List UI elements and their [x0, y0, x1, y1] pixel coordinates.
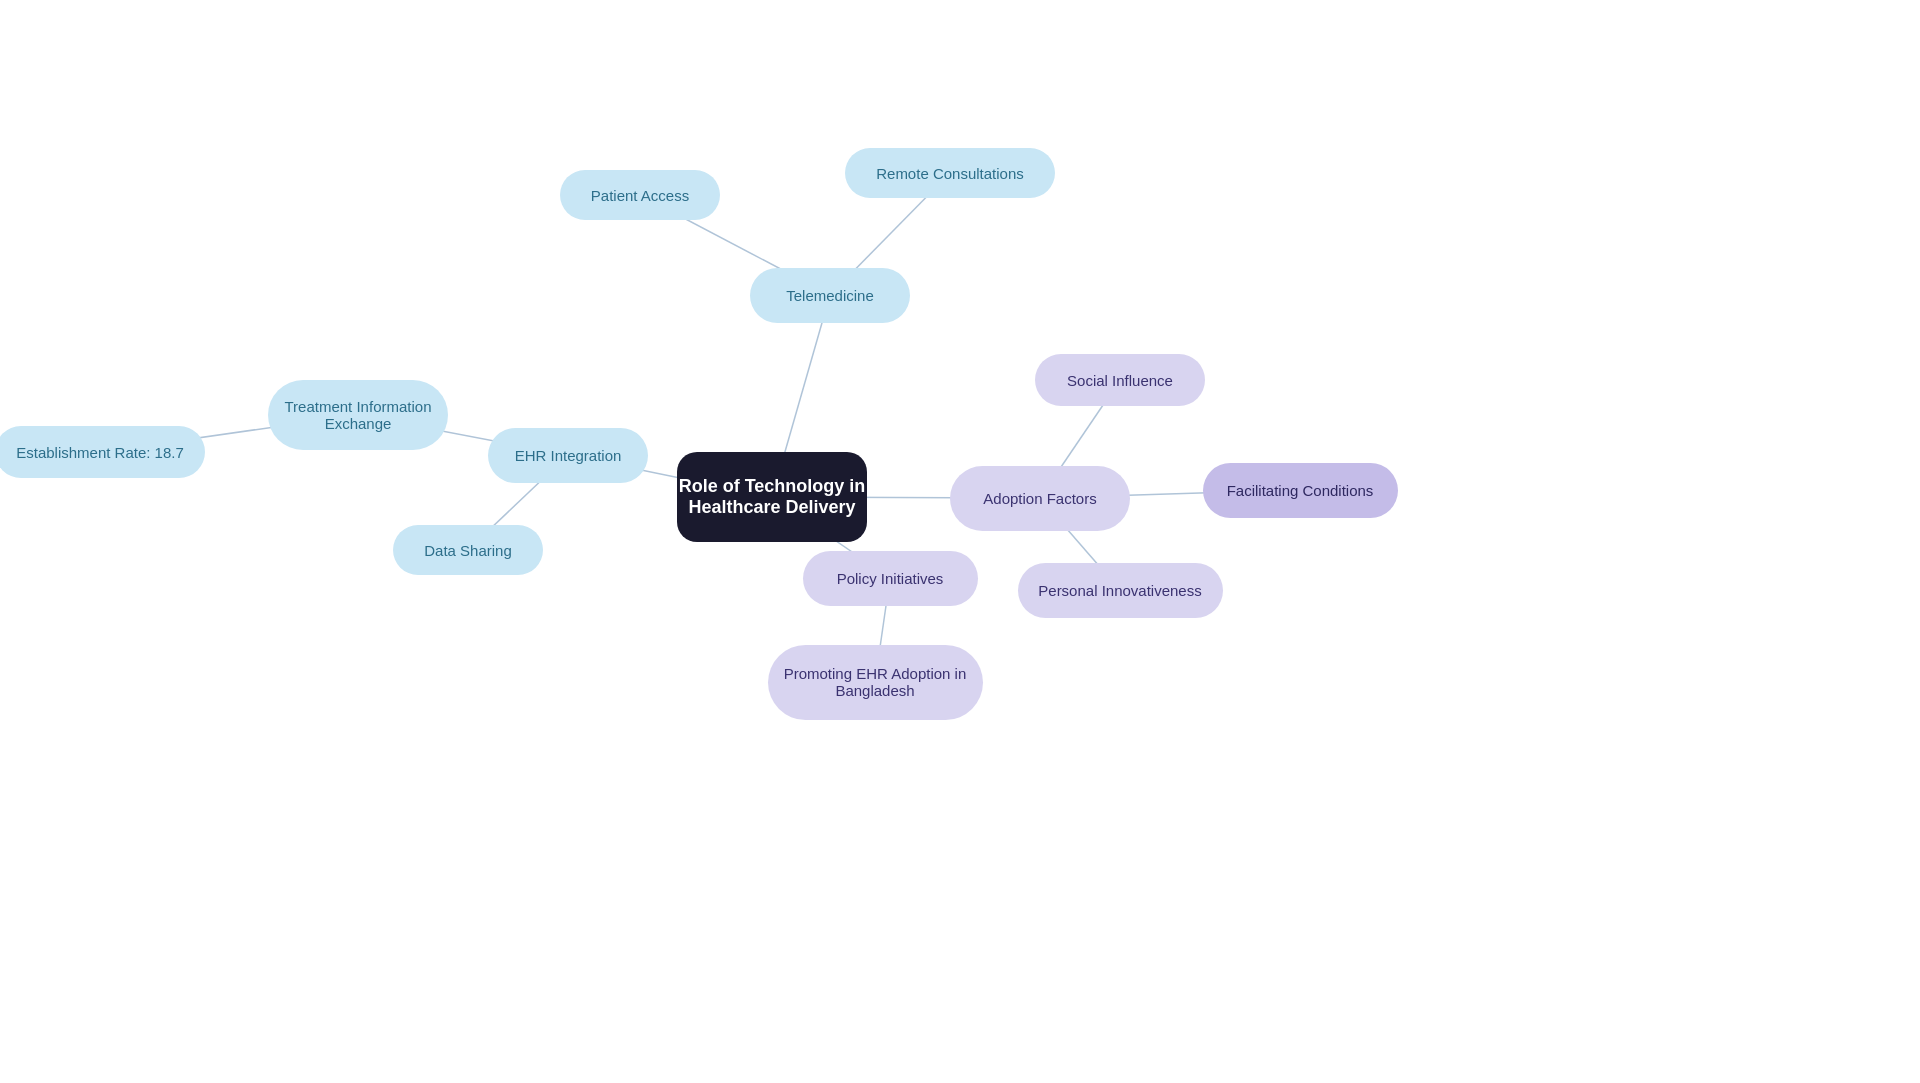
facilitating-conditions-label: Facilitating Conditions — [1227, 482, 1374, 499]
promoting-ehr-label: Promoting EHR Adoption in Bangladesh — [784, 665, 967, 699]
data-sharing-node[interactable]: Data Sharing — [393, 525, 543, 575]
patient-access-label: Patient Access — [591, 187, 689, 204]
adoption-factors-node[interactable]: Adoption Factors — [950, 466, 1130, 531]
facilitating-conditions-node[interactable]: Facilitating Conditions — [1203, 463, 1398, 518]
ehr-integration-label: EHR Integration — [515, 447, 622, 464]
promoting-ehr-node[interactable]: Promoting EHR Adoption in Bangladesh — [768, 645, 983, 720]
social-influence-node[interactable]: Social Influence — [1035, 354, 1205, 406]
treatment-info-node[interactable]: Treatment Information Exchange — [268, 380, 448, 450]
establishment-rate-node[interactable]: Establishment Rate: 18.7 — [0, 426, 205, 478]
data-sharing-label: Data Sharing — [424, 542, 512, 559]
policy-initiatives-node[interactable]: Policy Initiatives — [803, 551, 978, 606]
adoption-factors-label: Adoption Factors — [983, 490, 1096, 507]
social-influence-label: Social Influence — [1067, 372, 1173, 389]
central-label: Role of Technology in Healthcare Deliver… — [679, 476, 866, 518]
personal-innovativeness-label: Personal Innovativeness — [1038, 582, 1201, 599]
remote-consultations-label: Remote Consultations — [876, 165, 1024, 182]
central-node[interactable]: Role of Technology in Healthcare Deliver… — [677, 452, 867, 542]
telemedicine-node[interactable]: Telemedicine — [750, 268, 910, 323]
remote-consultations-node[interactable]: Remote Consultations — [845, 148, 1055, 198]
patient-access-node[interactable]: Patient Access — [560, 170, 720, 220]
ehr-integration-node[interactable]: EHR Integration — [488, 428, 648, 483]
treatment-info-label: Treatment Information Exchange — [284, 398, 431, 432]
establishment-rate-label: Establishment Rate: 18.7 — [16, 444, 184, 461]
personal-innovativeness-node[interactable]: Personal Innovativeness — [1018, 563, 1223, 618]
policy-initiatives-label: Policy Initiatives — [837, 570, 944, 587]
telemedicine-label: Telemedicine — [786, 287, 874, 304]
